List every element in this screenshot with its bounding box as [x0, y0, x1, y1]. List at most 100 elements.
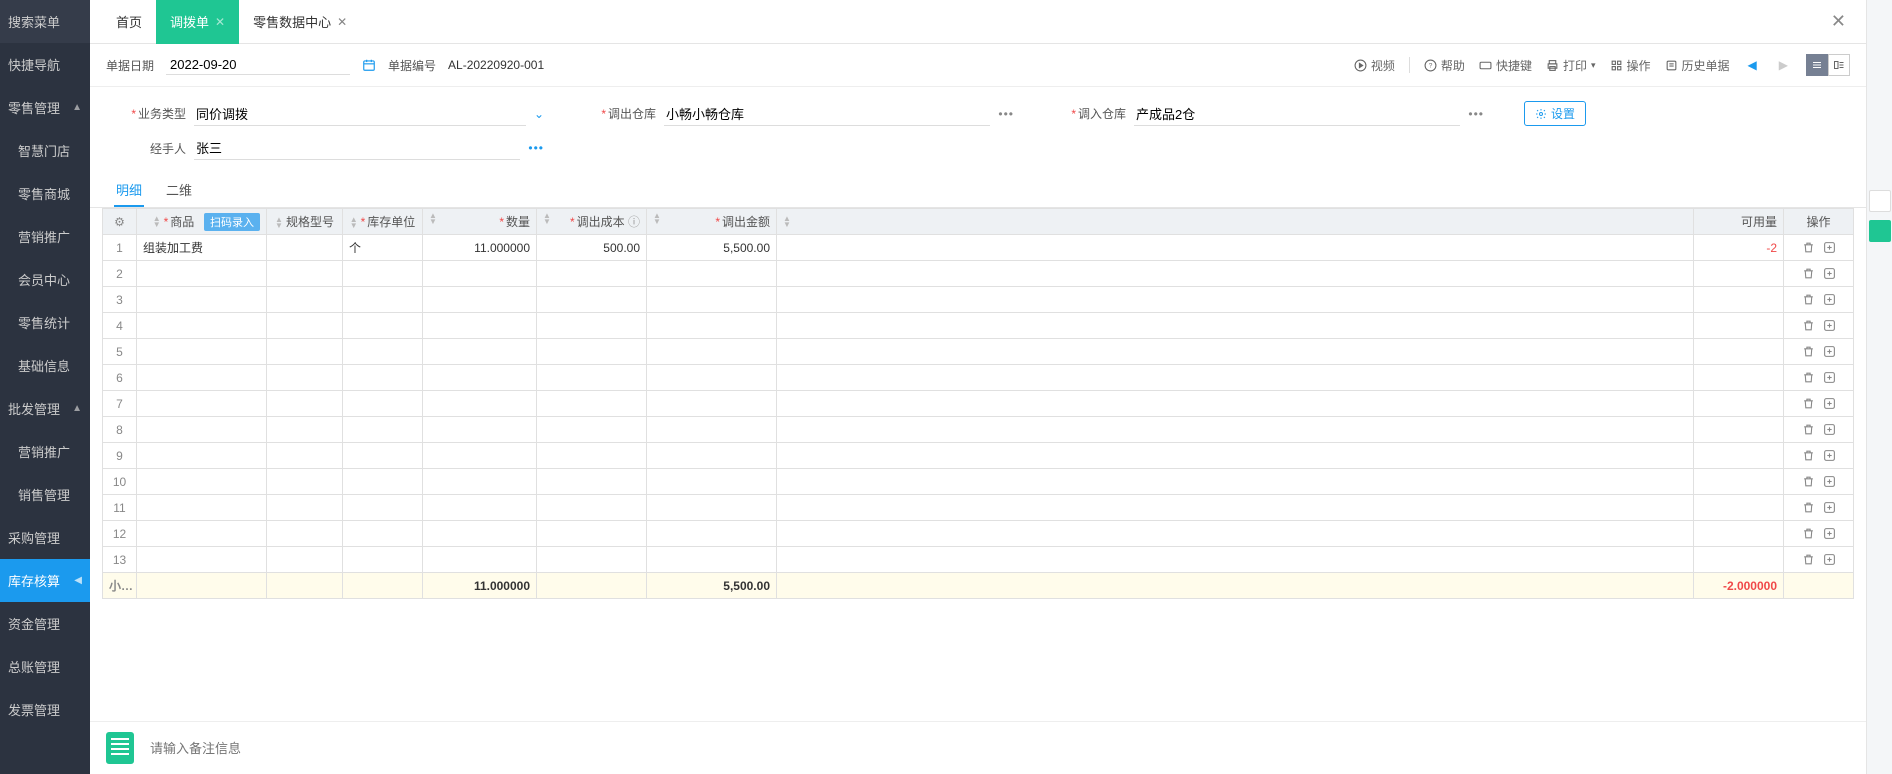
cell-unit[interactable]	[343, 443, 423, 469]
cell-amount[interactable]	[647, 287, 777, 313]
cell-unit[interactable]	[343, 547, 423, 573]
cell-qty[interactable]	[423, 521, 537, 547]
print-button[interactable]: 打印 ▾	[1546, 57, 1596, 74]
table-row[interactable]: 13	[103, 547, 1854, 573]
delete-row-icon[interactable]	[1802, 267, 1815, 280]
cell-unit[interactable]	[343, 521, 423, 547]
cell-unit[interactable]	[343, 339, 423, 365]
table-row[interactable]: 4	[103, 313, 1854, 339]
cell-cost[interactable]	[537, 339, 647, 365]
cell-unit[interactable]	[343, 417, 423, 443]
date-input[interactable]	[166, 55, 350, 75]
add-row-icon[interactable]	[1823, 501, 1836, 514]
sidebar-item-1[interactable]: 快捷导航	[0, 43, 90, 86]
table-row[interactable]: 5	[103, 339, 1854, 365]
cell-product[interactable]	[137, 365, 267, 391]
cell-unit[interactable]	[343, 287, 423, 313]
column-product[interactable]: ▲▼*商品扫码录入	[137, 209, 267, 235]
view-list-button[interactable]	[1806, 54, 1828, 76]
more-icon[interactable]: •••	[998, 107, 1014, 121]
table-row[interactable]: 2	[103, 261, 1854, 287]
delete-row-icon[interactable]	[1802, 345, 1815, 358]
cell-spec[interactable]	[267, 495, 343, 521]
handler-input[interactable]	[194, 136, 520, 160]
table-row[interactable]: 9	[103, 443, 1854, 469]
gear-icon[interactable]: ⚙	[114, 215, 125, 229]
table-row[interactable]: 10	[103, 469, 1854, 495]
notes-icon[interactable]	[106, 732, 134, 764]
cell-qty[interactable]	[423, 339, 537, 365]
cell-product[interactable]	[137, 339, 267, 365]
add-row-icon[interactable]	[1823, 241, 1836, 254]
table-row[interactable]: 12	[103, 521, 1854, 547]
cell-amount[interactable]: 5,500.00	[647, 235, 777, 261]
notes-input[interactable]	[148, 735, 1850, 762]
cell-product[interactable]	[137, 261, 267, 287]
cell-amount[interactable]	[647, 365, 777, 391]
table-row[interactable]: 11	[103, 495, 1854, 521]
cell-cost[interactable]	[537, 365, 647, 391]
more-icon[interactable]: •••	[1468, 107, 1484, 121]
cell-amount[interactable]	[647, 495, 777, 521]
cell-qty[interactable]	[423, 365, 537, 391]
add-row-icon[interactable]	[1823, 345, 1836, 358]
cell-product[interactable]	[137, 469, 267, 495]
cell-spec[interactable]	[267, 365, 343, 391]
add-row-icon[interactable]	[1823, 423, 1836, 436]
cell-cost[interactable]	[537, 417, 647, 443]
cell-amount[interactable]	[647, 313, 777, 339]
sidebar-item-8[interactable]: 基础信息	[0, 344, 90, 387]
cell-spec[interactable]	[267, 287, 343, 313]
sidebar-item-13[interactable]: 库存核算◀	[0, 559, 90, 602]
sidebar-item-4[interactable]: 零售商城	[0, 172, 90, 215]
cell-product[interactable]	[137, 391, 267, 417]
rail-button-2[interactable]	[1869, 220, 1891, 242]
video-button[interactable]: 视频	[1354, 57, 1395, 74]
cell-product[interactable]	[137, 495, 267, 521]
close-icon[interactable]: ✕	[215, 15, 225, 29]
rail-button-1[interactable]	[1869, 190, 1891, 212]
column-qty[interactable]: ▲▼*数量	[423, 209, 537, 235]
sidebar-item-0[interactable]: 搜索菜单	[0, 0, 90, 43]
cell-spec[interactable]	[267, 469, 343, 495]
cell-unit[interactable]: 个	[343, 235, 423, 261]
cell-cost[interactable]	[537, 469, 647, 495]
cell-cost[interactable]	[537, 521, 647, 547]
table-row[interactable]: 8	[103, 417, 1854, 443]
cell-qty[interactable]	[423, 547, 537, 573]
chevron-down-icon[interactable]: ⌄	[534, 107, 544, 121]
cell-spec[interactable]	[267, 547, 343, 573]
column-gear[interactable]: ⚙	[103, 209, 137, 235]
cell-spec[interactable]	[267, 521, 343, 547]
cell-amount[interactable]	[647, 417, 777, 443]
cell-amount[interactable]	[647, 339, 777, 365]
sidebar-item-7[interactable]: 零售统计	[0, 301, 90, 344]
cell-spec[interactable]	[267, 235, 343, 261]
add-row-icon[interactable]	[1823, 475, 1836, 488]
sidebar-item-15[interactable]: 总账管理	[0, 645, 90, 688]
cell-qty[interactable]: 11.000000	[423, 235, 537, 261]
delete-row-icon[interactable]	[1802, 475, 1815, 488]
delete-row-icon[interactable]	[1802, 397, 1815, 410]
cell-amount[interactable]	[647, 391, 777, 417]
cell-spec[interactable]	[267, 417, 343, 443]
cell-unit[interactable]	[343, 365, 423, 391]
cell-cost[interactable]: 500.00	[537, 235, 647, 261]
cell-product[interactable]	[137, 443, 267, 469]
close-all-tabs-icon[interactable]: ✕	[1823, 11, 1854, 32]
cell-product[interactable]	[137, 547, 267, 573]
delete-row-icon[interactable]	[1802, 423, 1815, 436]
sidebar-item-9[interactable]: 批发管理▲	[0, 387, 90, 430]
column-cost[interactable]: ▲▼*调出成本 ⓘ	[537, 209, 647, 235]
scan-entry-button[interactable]: 扫码录入	[204, 213, 260, 231]
column-unit[interactable]: ▲▼*库存单位	[343, 209, 423, 235]
cell-cost[interactable]	[537, 495, 647, 521]
add-row-icon[interactable]	[1823, 553, 1836, 566]
cell-unit[interactable]	[343, 495, 423, 521]
delete-row-icon[interactable]	[1802, 527, 1815, 540]
add-row-icon[interactable]	[1823, 397, 1836, 410]
cell-product[interactable]: 组装加工费	[137, 235, 267, 261]
history-button[interactable]: 历史单据	[1665, 57, 1730, 74]
view-card-button[interactable]	[1828, 54, 1850, 76]
sidebar-item-5[interactable]: 营销推广	[0, 215, 90, 258]
